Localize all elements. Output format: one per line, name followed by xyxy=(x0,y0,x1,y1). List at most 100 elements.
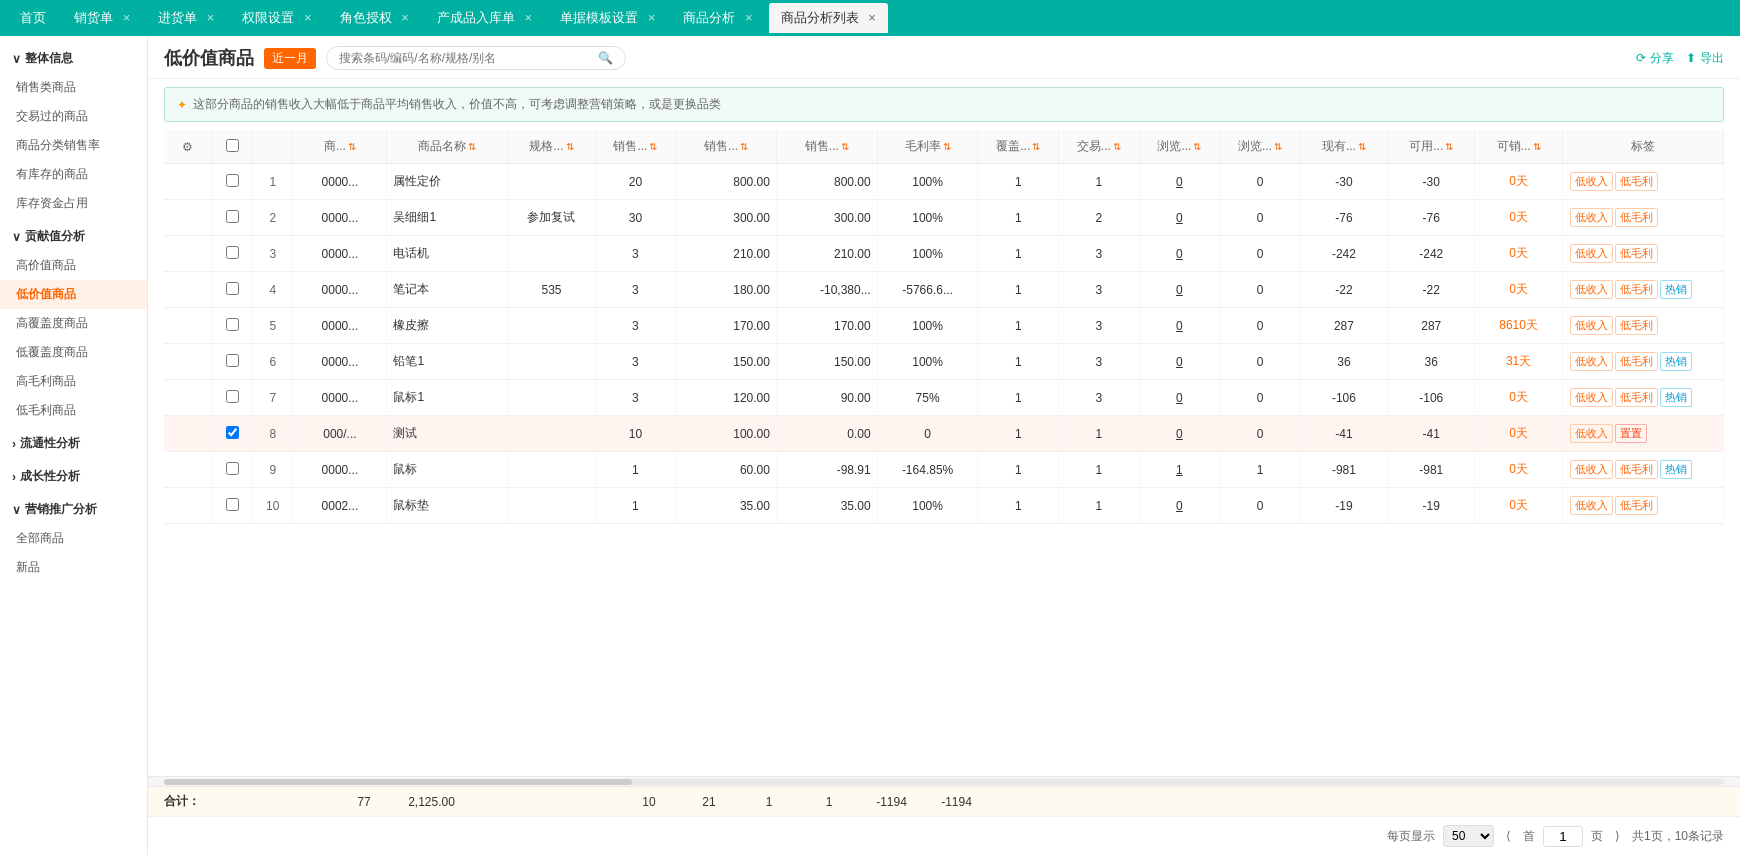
code-col-header[interactable]: 商...⇅ xyxy=(293,130,387,164)
nav-product-analysis-list[interactable]: 商品分析列表 × xyxy=(769,3,888,33)
checkbox-cell[interactable] xyxy=(212,236,252,272)
view1-link[interactable]: 0 xyxy=(1176,391,1183,405)
sidebar-item-low-margin[interactable]: 低毛利商品 xyxy=(0,396,147,425)
export-button[interactable]: ⬆ 导出 xyxy=(1686,50,1724,67)
view1-cell[interactable]: 0 xyxy=(1139,236,1220,272)
sidebar-section-contribution-title[interactable]: ∨ 贡献值分析 xyxy=(0,222,147,251)
close-icon[interactable]: × xyxy=(745,10,753,25)
sidebar-item-in-stock[interactable]: 有库存的商品 xyxy=(0,160,147,189)
close-icon[interactable]: × xyxy=(123,10,131,25)
view1-link[interactable]: 0 xyxy=(1176,355,1183,369)
sales-profit-col-header[interactable]: 销售...⇅ xyxy=(776,130,877,164)
checkbox-cell[interactable] xyxy=(212,200,252,236)
view1-link[interactable]: 0 xyxy=(1176,499,1183,513)
select-all-checkbox[interactable] xyxy=(226,139,239,152)
view1-link[interactable]: 0 xyxy=(1176,427,1183,441)
name-col-header[interactable]: 商品名称⇅ xyxy=(387,130,508,164)
view1-cell[interactable]: 0 xyxy=(1139,416,1220,452)
search-icon[interactable]: 🔍 xyxy=(598,51,613,65)
settings-col-header[interactable]: ⚙ xyxy=(164,130,212,164)
nav-product-inbound[interactable]: 产成品入库单 × xyxy=(425,3,544,33)
row-checkbox[interactable] xyxy=(226,210,239,223)
sales-qty-col-header[interactable]: 销售...⇅ xyxy=(595,130,676,164)
date-filter-button[interactable]: 近一月 xyxy=(264,48,316,69)
view1-col-header[interactable]: 浏览...⇅ xyxy=(1139,130,1220,164)
nav-template-settings[interactable]: 单据模板设置 × xyxy=(548,3,667,33)
trade-col-header[interactable]: 交易...⇅ xyxy=(1059,130,1140,164)
view2-col-header[interactable]: 浏览...⇅ xyxy=(1220,130,1301,164)
nav-purchase[interactable]: 进货单 × xyxy=(146,3,226,33)
checkbox-cell[interactable] xyxy=(212,344,252,380)
view1-link[interactable]: 0 xyxy=(1176,247,1183,261)
view1-cell[interactable]: 0 xyxy=(1139,380,1220,416)
row-checkbox[interactable] xyxy=(226,318,239,331)
sidebar-section-overview-title[interactable]: ∨ 整体信息 xyxy=(0,44,147,73)
page-number-input[interactable] xyxy=(1543,826,1583,847)
row-checkbox[interactable] xyxy=(226,282,239,295)
sidebar-section-marketing-title[interactable]: ∨ 营销推广分析 xyxy=(0,495,147,524)
row-checkbox[interactable] xyxy=(226,246,239,259)
view1-cell[interactable]: 0 xyxy=(1139,488,1220,524)
row-checkbox[interactable] xyxy=(226,462,239,475)
sidebar-item-new-products[interactable]: 新品 xyxy=(0,553,147,582)
close-icon[interactable]: × xyxy=(401,10,409,25)
view1-link[interactable]: 0 xyxy=(1176,283,1183,297)
row-checkbox[interactable] xyxy=(226,426,239,439)
checkbox-cell[interactable] xyxy=(212,452,252,488)
view1-link[interactable]: 0 xyxy=(1176,211,1183,225)
sidebar-item-stock-capital[interactable]: 库存资金占用 xyxy=(0,189,147,218)
sidebar-item-traded[interactable]: 交易过的商品 xyxy=(0,102,147,131)
view1-link[interactable]: 0 xyxy=(1176,175,1183,189)
gross-rate-col-header[interactable]: 毛利率⇅ xyxy=(877,130,978,164)
share-button[interactable]: ⟳ 分享 xyxy=(1636,50,1674,67)
view1-cell[interactable]: 0 xyxy=(1139,164,1220,200)
view1-cell[interactable]: 0 xyxy=(1139,308,1220,344)
checkbox-cell[interactable] xyxy=(212,272,252,308)
nav-product-analysis[interactable]: 商品分析 × xyxy=(671,3,764,33)
sidebar-section-growth-title[interactable]: › 成长性分析 xyxy=(0,462,147,491)
scrollbar-track[interactable] xyxy=(164,779,1724,785)
search-input[interactable] xyxy=(339,51,592,65)
sidebar-item-low-coverage[interactable]: 低覆盖度商品 xyxy=(0,338,147,367)
close-icon[interactable]: × xyxy=(304,10,312,25)
close-icon[interactable]: × xyxy=(525,10,533,25)
nav-home[interactable]: 首页 xyxy=(8,3,58,33)
next-page-button[interactable]: ⟩ xyxy=(1611,827,1624,845)
nav-sales-order[interactable]: 销货单 × xyxy=(62,3,142,33)
sidebar-item-low-value[interactable]: 低价值商品 xyxy=(0,280,147,309)
per-page-select[interactable]: 50 100 200 xyxy=(1443,825,1494,847)
current-col-header[interactable]: 现有...⇅ xyxy=(1300,130,1387,164)
checkbox-cell[interactable] xyxy=(212,308,252,344)
view1-link[interactable]: 1 xyxy=(1176,463,1183,477)
nav-permissions[interactable]: 权限设置 × xyxy=(230,3,323,33)
view1-cell[interactable]: 1 xyxy=(1139,452,1220,488)
checkbox-cell[interactable] xyxy=(212,488,252,524)
settings-icon[interactable]: ⚙ xyxy=(182,140,193,154)
close-icon[interactable]: × xyxy=(868,10,876,25)
row-checkbox[interactable] xyxy=(226,174,239,187)
spec-col-header[interactable]: 规格...⇅ xyxy=(508,130,595,164)
view1-cell[interactable]: 0 xyxy=(1139,200,1220,236)
scrollbar-thumb[interactable] xyxy=(164,779,632,785)
sales-amount-col-header[interactable]: 销售...⇅ xyxy=(676,130,777,164)
checkbox-col-header[interactable] xyxy=(212,130,252,164)
available-col-header[interactable]: 可用...⇅ xyxy=(1388,130,1475,164)
sidebar-item-all-products[interactable]: 全部商品 xyxy=(0,524,147,553)
checkbox-cell[interactable] xyxy=(212,416,252,452)
sidebar-section-liquidity-title[interactable]: › 流通性分析 xyxy=(0,429,147,458)
sidebar-item-high-coverage[interactable]: 高覆盖度商品 xyxy=(0,309,147,338)
row-checkbox[interactable] xyxy=(226,498,239,511)
view1-link[interactable]: 0 xyxy=(1176,319,1183,333)
row-checkbox[interactable] xyxy=(226,390,239,403)
saleable-col-header[interactable]: 可销...⇅ xyxy=(1475,130,1562,164)
sidebar-item-category-rate[interactable]: 商品分类销售率 xyxy=(0,131,147,160)
sidebar-item-high-margin[interactable]: 高毛利商品 xyxy=(0,367,147,396)
nav-role-auth[interactable]: 角色授权 × xyxy=(328,3,421,33)
sidebar-item-high-value[interactable]: 高价值商品 xyxy=(0,251,147,280)
close-icon[interactable]: × xyxy=(648,10,656,25)
close-icon[interactable]: × xyxy=(207,10,215,25)
view1-cell[interactable]: 0 xyxy=(1139,344,1220,380)
first-page-button[interactable]: ⟨ xyxy=(1502,827,1515,845)
cover-col-header[interactable]: 覆盖...⇅ xyxy=(978,130,1059,164)
sidebar-item-sales-products[interactable]: 销售类商品 xyxy=(0,73,147,102)
